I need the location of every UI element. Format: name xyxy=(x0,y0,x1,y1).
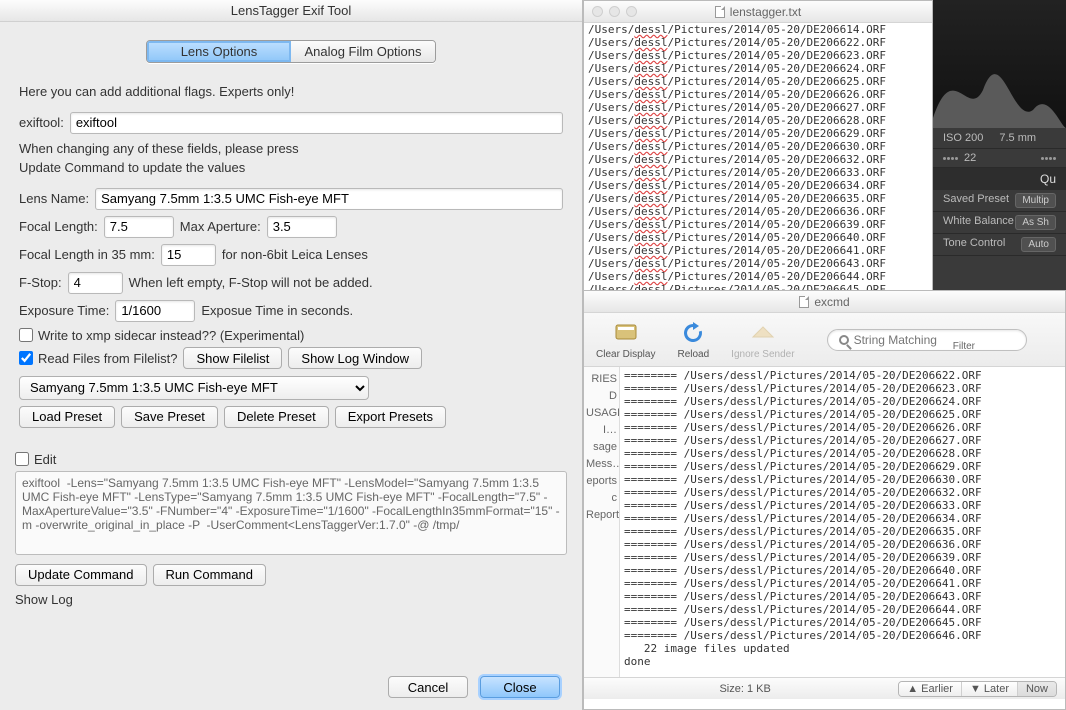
shutter-icon xyxy=(1041,157,1056,160)
saved-preset-label: Saved Preset xyxy=(943,193,1009,208)
update-command-button[interactable]: Update Command xyxy=(15,564,147,586)
fstop-input[interactable] xyxy=(68,272,123,294)
console-sidebar[interactable]: RIESD USAGE I…sage Mess…eportsc Reports xyxy=(584,367,620,677)
edit-checkbox[interactable] xyxy=(15,452,29,466)
time-segment[interactable]: ▲ Earlier ▼ Later Now xyxy=(898,681,1057,697)
reload-button[interactable]: Reload xyxy=(677,319,709,360)
quick-develop-header: Qu xyxy=(933,168,1066,190)
seg-earlier[interactable]: ▲ Earlier xyxy=(899,682,961,696)
focal35-suffix: for non-6bit Leica Lenses xyxy=(222,247,368,262)
white-balance-value[interactable]: As Sh xyxy=(1015,215,1056,230)
filter-search xyxy=(817,329,1053,351)
status-size: Size: 1 KB xyxy=(719,683,770,695)
close-button[interactable]: Close xyxy=(480,676,560,698)
fstop-suffix: When left empty, F-Stop will not be adde… xyxy=(129,275,373,290)
fstop-label: F-Stop: xyxy=(19,275,62,290)
load-preset-button[interactable]: Load Preset xyxy=(19,406,115,428)
seg-now[interactable]: Now xyxy=(1017,682,1056,696)
document-icon xyxy=(715,6,725,18)
console-window: excmd Clear Display Reload Ignore Sender… xyxy=(583,290,1066,710)
textfile-titlebar: lenstagger.txt xyxy=(584,1,932,23)
console-title: excmd xyxy=(814,295,849,309)
cancel-button[interactable]: Cancel xyxy=(388,676,468,698)
show-log-link[interactable]: Show Log xyxy=(15,592,567,607)
filelist-checkbox[interactable] xyxy=(19,351,33,365)
tab-lens-options[interactable]: Lens Options xyxy=(147,41,291,62)
document-icon xyxy=(799,296,809,308)
textfile-title: lenstagger.txt xyxy=(730,5,801,19)
filter-label: Filter xyxy=(953,341,975,352)
export-presets-button[interactable]: Export Presets xyxy=(335,406,446,428)
edit-checkbox-row[interactable]: Edit xyxy=(15,452,567,467)
intro-text: Here you can add additional flags. Exper… xyxy=(19,83,563,102)
update-hint: When changing any of these fields, pleas… xyxy=(19,140,563,178)
xmp-checkbox-row[interactable]: Write to xmp sidecar instead?? (Experime… xyxy=(19,328,563,343)
exiftool-label: exiftool: xyxy=(19,115,64,130)
command-textarea[interactable]: exiftool -Lens="Samyang 7.5mm 1:3.5 UMC … xyxy=(15,471,567,555)
exposure-input[interactable] xyxy=(115,300,195,322)
console-statusbar: Size: 1 KB ▲ Earlier ▼ Later Now xyxy=(584,677,1065,699)
lightroom-panel: ISO 200 7.5 mm 22 Qu Saved Preset Multip… xyxy=(933,0,1066,296)
clear-display-button[interactable]: Clear Display xyxy=(596,319,655,360)
lensname-input[interactable] xyxy=(95,188,563,210)
lenstagger-dialog: LensTagger Exif Tool Lens Options Analog… xyxy=(0,0,583,710)
edit-label: Edit xyxy=(34,452,56,467)
traffic-lights[interactable] xyxy=(592,6,637,17)
show-log-window-button[interactable]: Show Log Window xyxy=(288,347,422,369)
xmp-label: Write to xmp sidecar instead?? (Experime… xyxy=(38,328,304,343)
search-icon xyxy=(839,335,849,345)
preset-select[interactable]: Samyang 7.5mm 1:3.5 UMC Fish-eye MFT xyxy=(19,376,369,400)
aperture-icon xyxy=(943,157,958,160)
white-balance-label: White Balance xyxy=(943,215,1014,230)
tab-analog-film-options[interactable]: Analog Film Options xyxy=(291,41,435,62)
focal-length-input[interactable] xyxy=(104,216,174,238)
lr-fstop: 22 xyxy=(964,152,976,164)
console-toolbar: Clear Display Reload Ignore Sender xyxy=(584,313,1065,367)
exiftool-path-input[interactable] xyxy=(70,112,563,134)
save-preset-button[interactable]: Save Preset xyxy=(121,406,218,428)
tabbar: Lens Options Analog Film Options xyxy=(146,40,436,63)
textfile-body[interactable]: /Users/dessl/Pictures/2014/05-20/DE20661… xyxy=(584,23,932,296)
run-command-button[interactable]: Run Command xyxy=(153,564,266,586)
window-title: LensTagger Exif Tool xyxy=(0,0,582,22)
show-filelist-button[interactable]: Show Filelist xyxy=(183,347,282,369)
xmp-checkbox[interactable] xyxy=(19,328,33,342)
console-titlebar: excmd xyxy=(584,291,1065,313)
filter-input[interactable] xyxy=(827,329,1027,351)
ignore-sender-button: Ignore Sender xyxy=(731,319,794,360)
histogram xyxy=(933,0,1066,128)
delete-preset-button[interactable]: Delete Preset xyxy=(224,406,329,428)
filelist-checkbox-row[interactable]: Read Files from Filelist? xyxy=(19,351,177,366)
focal35-input[interactable] xyxy=(161,244,216,266)
filelist-label: Read Files from Filelist? xyxy=(38,351,177,366)
tone-control-label: Tone Control xyxy=(943,237,1005,252)
lr-iso: ISO 200 xyxy=(943,132,983,144)
console-log[interactable]: ======== /Users/dessl/Pictures/2014/05-2… xyxy=(620,367,1065,677)
saved-preset-value[interactable]: Multip xyxy=(1015,193,1056,208)
max-aperture-input[interactable] xyxy=(267,216,337,238)
max-aperture-label: Max Aperture: xyxy=(180,219,261,234)
lr-mm: 7.5 mm xyxy=(999,132,1036,144)
tone-control-value[interactable]: Auto xyxy=(1021,237,1056,252)
focal35-label: Focal Length in 35 mm: xyxy=(19,247,155,262)
exposure-label: Exposure Time: xyxy=(19,303,109,318)
lenstagger-txt-window: lenstagger.txt /Users/dessl/Pictures/201… xyxy=(583,0,933,296)
focal-length-label: Focal Length: xyxy=(19,219,98,234)
lensname-label: Lens Name: xyxy=(19,191,89,206)
seg-later[interactable]: ▼ Later xyxy=(961,682,1017,696)
exposure-suffix: Exposue Time in seconds. xyxy=(201,303,353,318)
